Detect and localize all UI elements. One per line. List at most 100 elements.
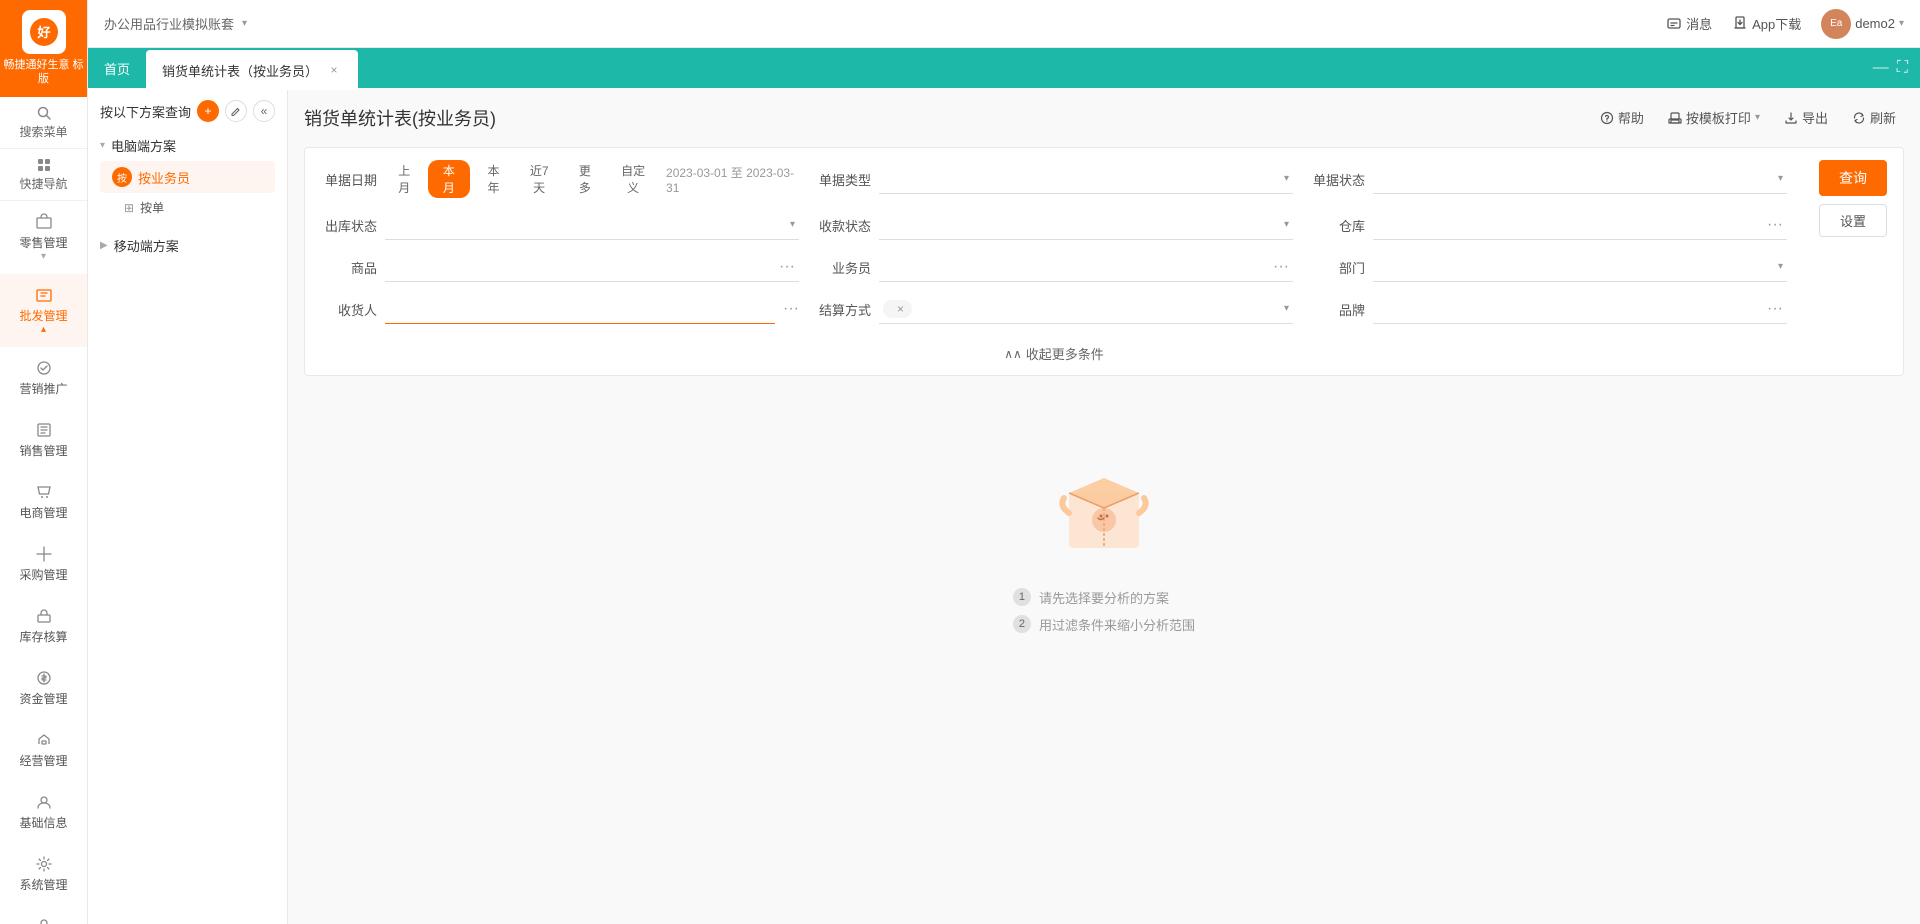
settle-select[interactable]: × ▾: [879, 294, 1293, 324]
tab-active-label: 销货单统计表（按业务员）: [162, 61, 318, 80]
sidebar-item-wholesale-label: 批发管理: [19, 307, 67, 324]
doc-type-dropdown-icon: ▾: [1284, 173, 1289, 184]
staff-label: 业务员: [815, 258, 871, 277]
warehouse-dots-icon[interactable]: ···: [1767, 216, 1783, 234]
tab-active[interactable]: 销货单统计表（按业务员） ×: [146, 50, 358, 90]
settle-tag-close-icon[interactable]: ×: [897, 302, 904, 316]
form-action-btns: 查询 设置: [1819, 160, 1887, 237]
tip-num-2: 2: [1013, 615, 1031, 633]
sidebar-item-finance[interactable]: 资金管理: [0, 657, 87, 719]
sidebar-item-inventory[interactable]: 库存核算: [0, 595, 87, 657]
empty-tip-2: 2 用过滤条件来缩小分析范围: [1013, 615, 1195, 634]
dept-select[interactable]: ▾: [1373, 252, 1787, 282]
empty-tip-1: 1 请先选择要分析的方案: [1013, 588, 1195, 607]
empty-image: [1044, 448, 1164, 568]
tab-minimize-icon[interactable]: —: [1873, 59, 1889, 77]
doc-type-label: 单据类型: [815, 170, 871, 189]
sidebar-item-marketing[interactable]: 营销推广: [0, 347, 87, 409]
right-content: 销货单统计表(按业务员) 帮助 按模板打印 ▾ 导出: [288, 88, 1920, 924]
sidebar-item-ecommerce-label: 电商管理: [19, 504, 67, 521]
dept-dropdown-icon: ▾: [1778, 261, 1783, 272]
goods-dots-icon[interactable]: ···: [779, 258, 795, 276]
sidebar-item-ecommerce[interactable]: 电商管理: [0, 471, 87, 533]
search-form: 单据日期 上月 本月 本年 近7天 更多 自定义 2023-03-01 至 20…: [304, 147, 1904, 376]
doc-type-select[interactable]: ▾: [879, 164, 1293, 194]
scheme-item-by-staff[interactable]: 按 按业务员: [100, 161, 275, 193]
query-btn[interactable]: 查询: [1819, 160, 1887, 196]
doc-status-select[interactable]: ▾: [1373, 164, 1787, 194]
sidebar-item-retail-label: 零售管理: [19, 234, 67, 251]
staff-dots-icon[interactable]: ···: [1273, 258, 1289, 276]
scheme-sub-item-by-order[interactable]: ⊞ 按单: [100, 193, 275, 222]
export-btn[interactable]: 导出: [1776, 104, 1836, 131]
settle-dropdown-icon: ▾: [1284, 303, 1289, 314]
sidebar-item-corp[interactable]: 企业协同: [0, 905, 87, 924]
goods-select[interactable]: ···: [385, 252, 799, 282]
quick-nav-label: 快捷导航: [19, 175, 67, 192]
breadcrumb: 办公用品行业模拟账套: [104, 14, 234, 33]
print-btn[interactable]: 按模板打印 ▾: [1660, 104, 1768, 131]
logo-icon: 好: [22, 10, 66, 54]
tab-close-icon[interactable]: ×: [326, 62, 342, 78]
sidebar-search-menu[interactable]: 搜索菜单: [0, 97, 87, 149]
out-status-dropdown-icon: ▾: [790, 219, 795, 230]
logo-text: 畅捷通好生意 标版: [0, 58, 87, 87]
sidebar-item-purchase[interactable]: 采购管理: [0, 533, 87, 595]
tab-expand-icon[interactable]: ⛶: [1897, 59, 1908, 77]
breadcrumb-dropdown-icon[interactable]: ▾: [242, 18, 247, 29]
date-btn-last-month[interactable]: 上月: [385, 160, 424, 198]
collapse-btn[interactable]: ∧∧ 收起更多条件: [321, 336, 1787, 363]
panel-collapse-btn[interactable]: «: [253, 100, 275, 122]
scheme-group-desktop-title[interactable]: ▾ 电脑端方案: [100, 130, 275, 161]
settings-btn[interactable]: 设置: [1819, 204, 1887, 237]
tip-num-1: 1: [1013, 588, 1031, 606]
retail-arrow-icon: ▾: [41, 251, 46, 262]
brand-dots-icon[interactable]: ···: [1767, 300, 1783, 318]
message-label: 消息: [1686, 14, 1712, 33]
sidebar-item-basic[interactable]: 基础信息: [0, 781, 87, 843]
scheme-mobile-title[interactable]: ▶ 移动端方案: [100, 230, 275, 261]
page-title-text: 销货单统计表(按业务员): [304, 105, 496, 131]
sidebar-item-sales[interactable]: 销售管理: [0, 409, 87, 471]
sidebar-item-system[interactable]: 系统管理: [0, 843, 87, 905]
settle-label: 结算方式: [815, 300, 871, 319]
receiver-dots-icon[interactable]: ···: [783, 300, 799, 318]
message-btn[interactable]: 消息: [1666, 14, 1712, 33]
date-btn-7days[interactable]: 近7天: [517, 160, 562, 198]
sidebar-item-inventory-label: 库存核算: [19, 628, 67, 645]
dept-field: 部门 ▾: [1309, 252, 1787, 282]
receive-status-field: 收款状态 ▾: [815, 210, 1293, 240]
brand-select[interactable]: ···: [1373, 294, 1787, 324]
user-avatar-btn[interactable]: Ea demo2 ▾: [1821, 9, 1904, 39]
date-btn-more[interactable]: 更多: [566, 160, 605, 198]
app-download-btn[interactable]: App下载: [1732, 14, 1801, 33]
sidebar-item-operations[interactable]: 经营管理: [0, 719, 87, 781]
help-btn[interactable]: 帮助: [1592, 104, 1652, 131]
doc-status-field: 单据状态 ▾: [1309, 164, 1787, 194]
tab-home[interactable]: 首页: [88, 48, 146, 88]
panel-title-text: 按以下方案查询: [100, 102, 191, 121]
out-status-select[interactable]: ▾: [385, 210, 799, 240]
page-container: 按以下方案查询 + « ▾ 电脑端方案 按: [88, 88, 1920, 924]
sidebar-quick-nav[interactable]: 快捷导航: [0, 149, 87, 201]
date-btn-custom[interactable]: 自定义: [608, 160, 658, 198]
group-desktop-label: 电脑端方案: [111, 136, 176, 155]
sidebar-item-basic-label: 基础信息: [19, 814, 67, 831]
refresh-btn[interactable]: 刷新: [1844, 104, 1904, 131]
sidebar-item-retail[interactable]: 零售管理 ▾: [0, 201, 87, 274]
receiver-input[interactable]: [385, 294, 775, 324]
app-label: App下载: [1752, 14, 1801, 33]
help-label: 帮助: [1618, 108, 1644, 127]
sidebar: 好 畅捷通好生意 标版 搜索菜单 快捷导航 零售管理 ▾ 批发管理 ▴ 营销推广…: [0, 0, 88, 924]
panel-edit-btn[interactable]: [225, 100, 247, 122]
date-btn-this-month[interactable]: 本月: [428, 160, 471, 198]
receive-status-select[interactable]: ▾: [879, 210, 1293, 240]
panel-add-btn[interactable]: +: [197, 100, 219, 122]
print-dropdown-icon[interactable]: ▾: [1755, 112, 1760, 123]
brand-label: 品牌: [1309, 300, 1365, 319]
date-btn-this-year[interactable]: 本年: [474, 160, 513, 198]
sidebar-item-wholesale[interactable]: 批发管理 ▴: [0, 274, 87, 347]
staff-select[interactable]: ···: [879, 252, 1293, 282]
scheme-sub-by-order-label: 按单: [140, 199, 164, 216]
warehouse-select[interactable]: ···: [1373, 210, 1787, 240]
